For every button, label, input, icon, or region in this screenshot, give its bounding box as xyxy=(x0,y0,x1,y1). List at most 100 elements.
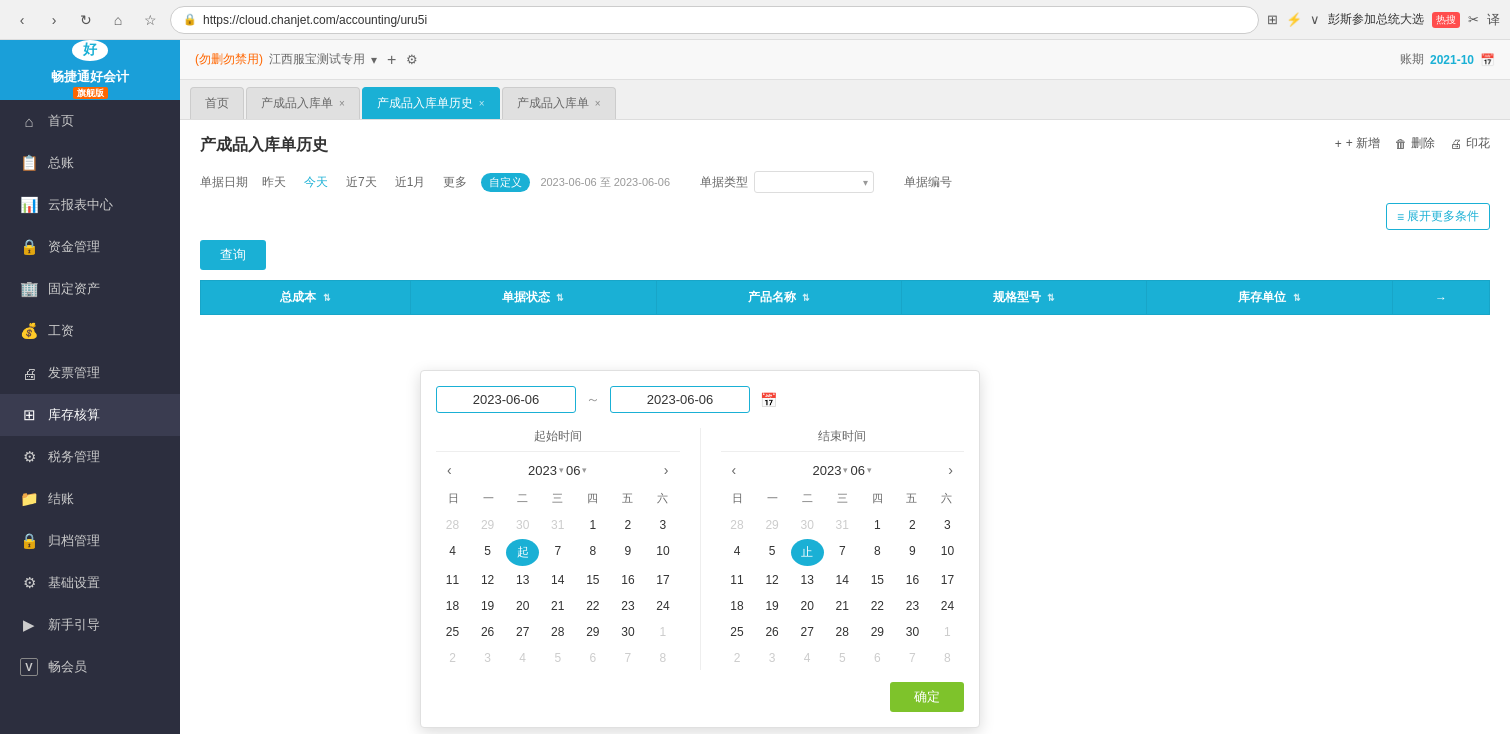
col-total-cost[interactable]: 总成本 ⇅ xyxy=(201,281,411,315)
cal-day[interactable]: 7 xyxy=(611,646,644,670)
cal-day[interactable]: 13 xyxy=(791,568,824,592)
cal-day[interactable]: 31 xyxy=(541,513,574,537)
sidebar-item-salary[interactable]: 💰 工资 xyxy=(0,310,180,352)
cal-day[interactable]: 13 xyxy=(506,568,539,592)
cal-day[interactable]: 22 xyxy=(576,594,609,618)
cal-day[interactable]: 29 xyxy=(861,620,894,644)
address-bar[interactable]: 🔒 https://cloud.chanjet.com/accounting/u… xyxy=(170,6,1259,34)
bookmark-button[interactable]: ☆ xyxy=(138,8,162,32)
cal-day[interactable]: 11 xyxy=(721,568,754,592)
back-button[interactable]: ‹ xyxy=(10,8,34,32)
cal-day[interactable]: 30 xyxy=(506,513,539,537)
cal-day[interactable]: 30 xyxy=(791,513,824,537)
company-selector[interactable]: (勿删勿禁用) 江西服宝测试专用 ▾ xyxy=(195,51,377,68)
cal-day[interactable]: 3 xyxy=(756,646,789,670)
cal-day[interactable]: 2 xyxy=(721,646,754,670)
cal-day[interactable]: 5 xyxy=(471,539,504,566)
chevron-down-icon[interactable]: ∨ xyxy=(1310,12,1320,27)
cal-day[interactable]: 28 xyxy=(436,513,469,537)
cal-day[interactable]: 5 xyxy=(826,646,859,670)
cal-day[interactable]: 6 xyxy=(861,646,894,670)
tab-product-history-close-icon[interactable]: × xyxy=(479,98,485,109)
sidebar-item-assets[interactable]: 🏢 固定资产 xyxy=(0,268,180,310)
cal-day[interactable]: 30 xyxy=(611,620,644,644)
cal-day[interactable]: 7 xyxy=(896,646,929,670)
col-spec[interactable]: 规格型号 ⇅ xyxy=(901,281,1146,315)
cal-day[interactable]: 8 xyxy=(931,646,964,670)
cal-day[interactable]: 1 xyxy=(861,513,894,537)
cal-day[interactable]: 24 xyxy=(931,594,964,618)
cal-day[interactable]: 28 xyxy=(826,620,859,644)
custom-btn[interactable]: 自定义 xyxy=(481,173,530,192)
tab-product-list2[interactable]: 产成品入库单 × xyxy=(502,87,616,119)
cal-day[interactable]: 15 xyxy=(861,568,894,592)
translate-icon[interactable]: 译 xyxy=(1487,11,1500,29)
cal-day[interactable]: 4 xyxy=(506,646,539,670)
delete-button[interactable]: 🗑 删除 xyxy=(1395,135,1435,152)
cal-day[interactable]: 17 xyxy=(646,568,679,592)
cal-day[interactable]: 3 xyxy=(646,513,679,537)
cal-day[interactable]: 10 xyxy=(931,539,964,566)
cal-day[interactable]: 3 xyxy=(471,646,504,670)
cal-day[interactable]: 16 xyxy=(896,568,929,592)
add-company-icon[interactable]: + xyxy=(387,51,396,69)
start-month-selector[interactable]: 06 ▾ xyxy=(566,463,587,478)
tab-product-list2-close-icon[interactable]: × xyxy=(595,98,601,109)
calendar-icon[interactable]: 📅 xyxy=(1480,53,1495,67)
cal-day[interactable]: 止 xyxy=(791,539,824,566)
refresh-button[interactable]: ↻ xyxy=(74,8,98,32)
end-year-selector[interactable]: 2023 ▾ xyxy=(813,463,849,478)
start-next-month-button[interactable]: › xyxy=(658,460,675,480)
sidebar-item-archive[interactable]: 🔒 归档管理 xyxy=(0,520,180,562)
start-prev-month-button[interactable]: ‹ xyxy=(441,460,458,480)
tab-product-list-close-icon[interactable]: × xyxy=(339,98,345,109)
cal-day[interactable]: 27 xyxy=(791,620,824,644)
cal-day[interactable]: 22 xyxy=(861,594,894,618)
start-year-selector[interactable]: 2023 ▾ xyxy=(528,463,564,478)
expand-conditions-button[interactable]: ≡ 展开更多条件 xyxy=(1386,203,1490,230)
cal-day[interactable]: 7 xyxy=(541,539,574,566)
more-btn[interactable]: 更多 xyxy=(439,172,471,193)
cal-day[interactable]: 28 xyxy=(541,620,574,644)
last7-btn[interactable]: 近7天 xyxy=(342,172,381,193)
print-button[interactable]: 🖨 印花 xyxy=(1450,135,1490,152)
lightning-icon[interactable]: ⚡ xyxy=(1286,12,1302,27)
extensions-icon[interactable]: ⊞ xyxy=(1267,12,1278,27)
cal-day[interactable]: 27 xyxy=(506,620,539,644)
cal-day[interactable]: 8 xyxy=(861,539,894,566)
tab-product-list[interactable]: 产成品入库单 × xyxy=(246,87,360,119)
cal-day[interactable]: 16 xyxy=(611,568,644,592)
cal-day[interactable]: 31 xyxy=(826,513,859,537)
cal-day[interactable]: 23 xyxy=(896,594,929,618)
add-button[interactable]: + + 新增 xyxy=(1335,135,1380,152)
cal-day[interactable]: 26 xyxy=(756,620,789,644)
cal-day[interactable]: 12 xyxy=(471,568,504,592)
cal-day[interactable]: 4 xyxy=(721,539,754,566)
calendar-picker-icon[interactable]: 📅 xyxy=(760,392,777,408)
cal-day[interactable]: 1 xyxy=(576,513,609,537)
col-status[interactable]: 单据状态 ⇅ xyxy=(411,281,656,315)
cal-day[interactable]: 14 xyxy=(541,568,574,592)
cal-day[interactable]: 11 xyxy=(436,568,469,592)
cal-day[interactable]: 6 xyxy=(576,646,609,670)
cal-day[interactable]: 2 xyxy=(436,646,469,670)
sidebar-item-inventory[interactable]: ⊞ 库存核算 xyxy=(0,394,180,436)
cal-day[interactable]: 4 xyxy=(436,539,469,566)
end-next-month-button[interactable]: › xyxy=(942,460,959,480)
cal-day[interactable]: 15 xyxy=(576,568,609,592)
cal-day[interactable]: 3 xyxy=(931,513,964,537)
last1month-btn[interactable]: 近1月 xyxy=(391,172,430,193)
sidebar-item-checkout[interactable]: 📁 结账 xyxy=(0,478,180,520)
cal-day[interactable]: 12 xyxy=(756,568,789,592)
type-select[interactable] xyxy=(754,171,874,193)
cal-day[interactable]: 25 xyxy=(721,620,754,644)
sidebar-item-ledger[interactable]: 📋 总账 xyxy=(0,142,180,184)
settings-gear-icon[interactable]: ⚙ xyxy=(406,52,418,67)
cal-day[interactable]: 19 xyxy=(471,594,504,618)
sidebar-item-member[interactable]: V 畅会员 xyxy=(0,646,180,688)
sidebar-item-guide[interactable]: ▶ 新手引导 xyxy=(0,604,180,646)
sidebar-item-settings[interactable]: ⚙ 基础设置 xyxy=(0,562,180,604)
cal-day[interactable]: 29 xyxy=(756,513,789,537)
tab-home[interactable]: 首页 xyxy=(190,87,244,119)
cal-day[interactable]: 26 xyxy=(471,620,504,644)
